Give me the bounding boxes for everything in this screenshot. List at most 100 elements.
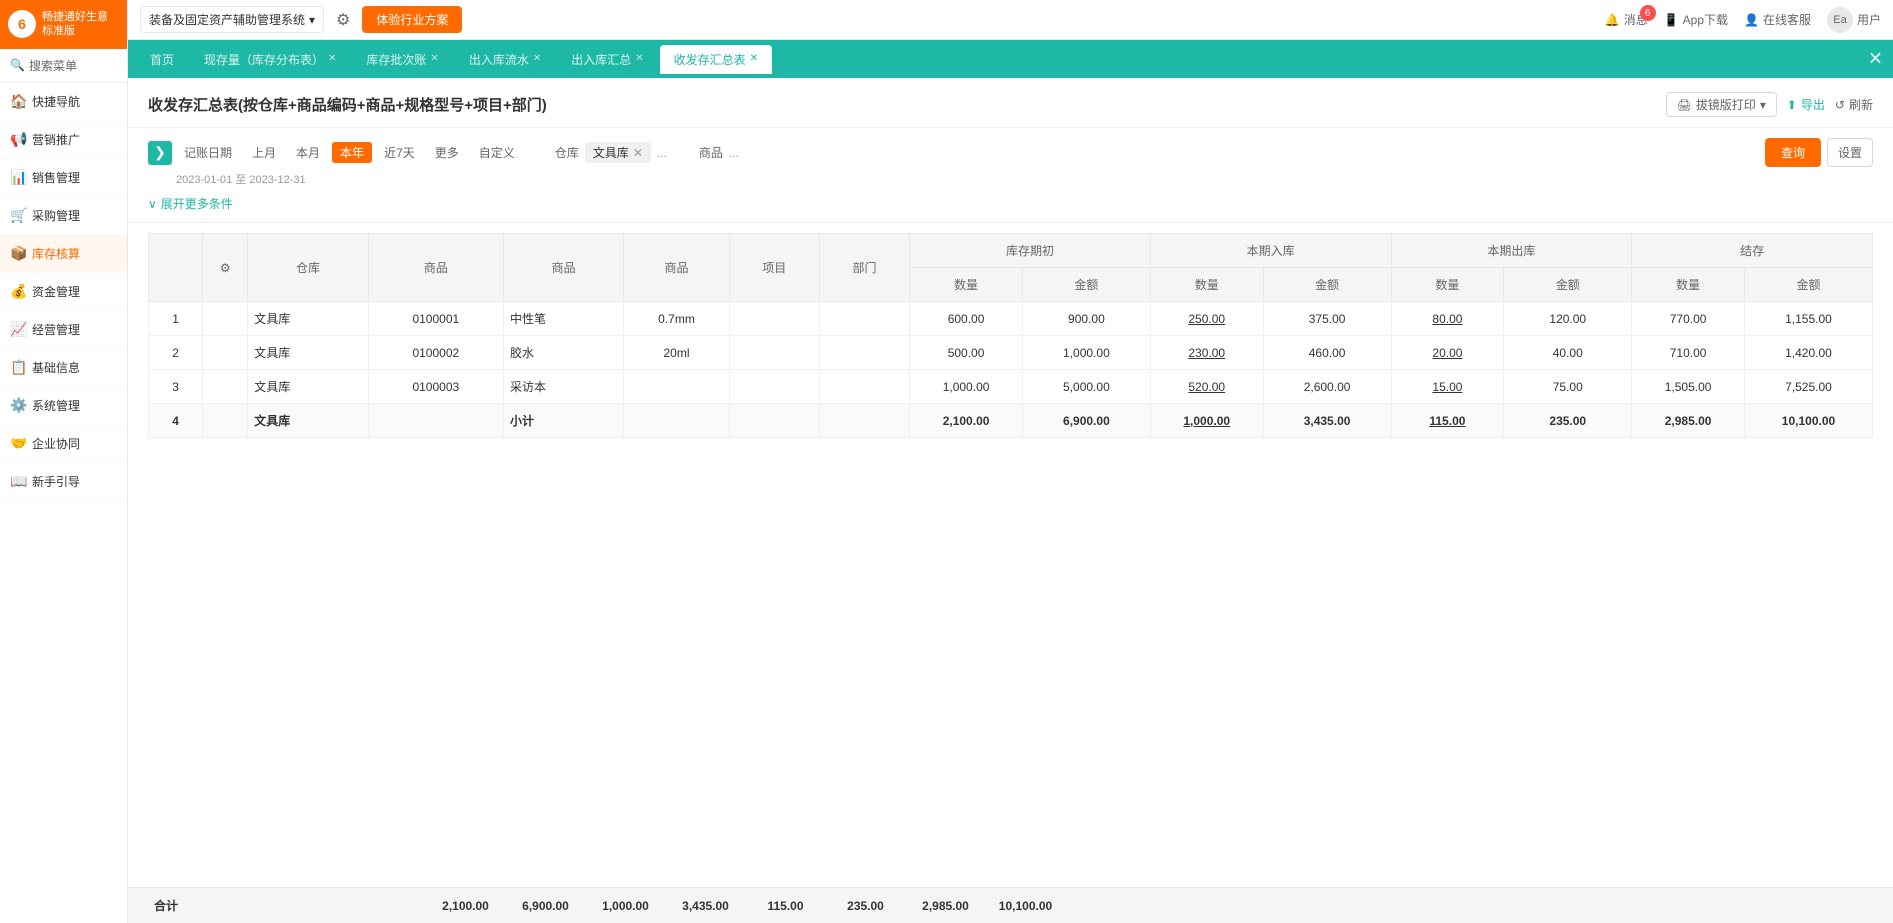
experience-btn[interactable]: 体验行业方案 <box>362 6 462 33</box>
gear-settings-icon[interactable]: ⚙ <box>336 10 350 30</box>
row-out-amount: 235.00 <box>1504 404 1632 438</box>
date-btn-7days[interactable]: 近7天 <box>376 142 423 163</box>
expand-more-label: 展开更多条件 <box>161 195 233 212</box>
sidebar-item-guide[interactable]: 📖 新手引导 <box>0 463 127 501</box>
column-settings-icon[interactable]: ⚙ <box>220 261 231 275</box>
row-in-qty[interactable]: 250.00 <box>1150 302 1263 336</box>
link-row-out-qty[interactable]: 80.00 <box>1432 312 1462 326</box>
settings-btn[interactable]: 设置 <box>1827 138 1873 167</box>
sidebar-item-basic-info[interactable]: 📋 基础信息 <box>0 349 127 387</box>
row-opening-qty: 600.00 <box>910 302 1023 336</box>
tab-home[interactable]: 首页 <box>136 45 188 74</box>
sidebar-item-operation[interactable]: 📈 经营管理 <box>0 311 127 349</box>
date-btn-this-year[interactable]: 本年 <box>332 142 372 163</box>
export-btn[interactable]: ⬆ 导出 <box>1787 96 1825 113</box>
date-btn-custom[interactable]: 自定义 <box>471 142 523 163</box>
filter-product: 商品 ... <box>699 144 739 161</box>
handshake-icon: 🤝 <box>10 435 26 452</box>
footer-label: 合计 <box>148 897 428 914</box>
sidebar-item-search[interactable]: 🔍 搜索菜单 <box>0 49 127 83</box>
th-index <box>149 234 203 302</box>
sidebar-item-label: 采购管理 <box>32 207 80 224</box>
row-index: 2 <box>149 336 203 370</box>
tab-in-out-summary-close[interactable]: ✕ <box>635 54 643 64</box>
sidebar-item-sales[interactable]: 📊 销售管理 <box>0 159 127 197</box>
content-area: 收发存汇总表(按仓库+商品编码+商品+规格型号+项目+部门) 🖨 拔镜版打印 ▾… <box>128 78 1893 923</box>
date-btn-last-month[interactable]: 上月 <box>244 142 284 163</box>
phone-icon: 📱 <box>1664 13 1679 27</box>
row-settings <box>203 404 248 438</box>
th-opening: 库存期初 <box>910 234 1151 268</box>
sidebar-item-quick-nav[interactable]: 🏠 快捷导航 <box>0 83 127 121</box>
warehouse-more-btn[interactable]: ... <box>657 146 667 160</box>
product-more-btn[interactable]: ... <box>729 146 739 160</box>
row-opening-amount: 1,000.00 <box>1022 336 1150 370</box>
row-in-qty[interactable]: 1,000.00 <box>1150 404 1263 438</box>
notification-btn[interactable]: 🔔 消息 6 <box>1605 11 1648 28</box>
app-download-btn[interactable]: 📱 App下载 <box>1664 11 1728 28</box>
link-row-in-qty[interactable]: 250.00 <box>1188 312 1225 326</box>
row-warehouse: 文具库 <box>248 302 368 336</box>
sidebar-logo[interactable]: 6 畅捷通好生意 标准版 <box>0 0 127 49</box>
th-in-amount: 金额 <box>1263 268 1391 302</box>
sidebar-item-label: 企业协同 <box>32 435 80 452</box>
export-label: 导出 <box>1801 96 1825 113</box>
footer-balance-amount: 10,100.00 <box>983 899 1068 913</box>
row-out-qty[interactable]: 20.00 <box>1391 336 1504 370</box>
row-out-qty[interactable]: 115.00 <box>1391 404 1504 438</box>
row-out-qty[interactable]: 15.00 <box>1391 370 1504 404</box>
tab-batch-account-label: 库存批次账 <box>366 51 426 68</box>
row-in-qty[interactable]: 230.00 <box>1150 336 1263 370</box>
tab-batch-account-close[interactable]: ✕ <box>430 54 438 64</box>
print-label: 拔镜版打印 <box>1696 96 1756 113</box>
sidebar-item-inventory[interactable]: 📦 库存核算 <box>0 235 127 273</box>
row-warehouse: 文具库 <box>248 404 368 438</box>
sidebar-item-marketing[interactable]: 📢 营销推广 <box>0 121 127 159</box>
user-btn[interactable]: Ea 用户 <box>1827 7 1881 33</box>
refresh-btn[interactable]: ↺ 刷新 <box>1835 96 1873 113</box>
tab-recv-send-summary-close[interactable]: ✕ <box>750 54 758 64</box>
tab-stock-dist-close[interactable]: ✕ <box>328 54 336 64</box>
page-header-actions: 🖨 拔镜版打印 ▾ ⬆ 导出 ↺ 刷新 <box>1666 92 1873 117</box>
megaphone-icon: 📢 <box>10 131 26 148</box>
row-index: 1 <box>149 302 203 336</box>
filter-collapse-btn[interactable]: ❯ <box>148 141 172 165</box>
row-balance-qty: 770.00 <box>1632 302 1745 336</box>
print-btn[interactable]: 🖨 拔镜版打印 ▾ <box>1666 92 1777 117</box>
sidebar-item-enterprise[interactable]: 🤝 企业协同 <box>0 425 127 463</box>
tab-recv-send-summary[interactable]: 收发存汇总表 ✕ <box>660 45 772 74</box>
query-btn[interactable]: 查询 <box>1765 138 1821 167</box>
tab-batch-account[interactable]: 库存批次账 ✕ <box>352 45 452 74</box>
link-row-out-qty[interactable]: 20.00 <box>1432 346 1462 360</box>
tab-stock-dist-label: 现存量（库存分布表） <box>204 51 324 68</box>
link-row-in-qty[interactable]: 520.00 <box>1188 380 1225 394</box>
sidebar-item-purchase[interactable]: 🛒 采购管理 <box>0 197 127 235</box>
tab-in-out-flow-close[interactable]: ✕ <box>533 54 541 64</box>
warehouse-tag-close-btn[interactable]: ✕ <box>633 146 643 160</box>
link-row-in-qty[interactable]: 230.00 <box>1188 346 1225 360</box>
th-opening-qty: 数量 <box>910 268 1023 302</box>
sidebar-item-system[interactable]: ⚙️ 系统管理 <box>0 387 127 425</box>
box-icon: 📦 <box>10 245 26 262</box>
tab-in-out-flow[interactable]: 出入库流水 ✕ <box>455 45 555 74</box>
close-all-tabs-icon[interactable]: ✕ <box>1868 49 1883 70</box>
date-btn-this-month[interactable]: 本月 <box>288 142 328 163</box>
row-in-qty[interactable]: 520.00 <box>1150 370 1263 404</box>
row-out-qty[interactable]: 80.00 <box>1391 302 1504 336</box>
link-row-in-qty[interactable]: 1,000.00 <box>1183 414 1230 428</box>
sidebar-item-finance[interactable]: 💰 资金管理 <box>0 273 127 311</box>
user-label: 用户 <box>1857 11 1881 28</box>
tab-stock-dist[interactable]: 现存量（库存分布表） ✕ <box>190 45 350 74</box>
online-service-btn[interactable]: 👤 在线客服 <box>1744 11 1811 28</box>
trending-icon: 📈 <box>10 321 26 338</box>
tab-in-out-summary[interactable]: 出入库汇总 ✕ <box>557 45 657 74</box>
expand-more-btn[interactable]: ∨ 展开更多条件 <box>148 195 1873 212</box>
refresh-label: 刷新 <box>1849 96 1873 113</box>
system-selector[interactable]: 装备及固定资产辅助管理系统 ▾ <box>140 6 324 33</box>
link-row-out-qty[interactable]: 115.00 <box>1429 414 1465 428</box>
date-btn-more[interactable]: 更多 <box>427 142 467 163</box>
logo-icon: 6 <box>8 10 36 38</box>
row-project <box>729 302 819 336</box>
row-code <box>368 404 503 438</box>
link-row-out-qty[interactable]: 15.00 <box>1432 380 1462 394</box>
